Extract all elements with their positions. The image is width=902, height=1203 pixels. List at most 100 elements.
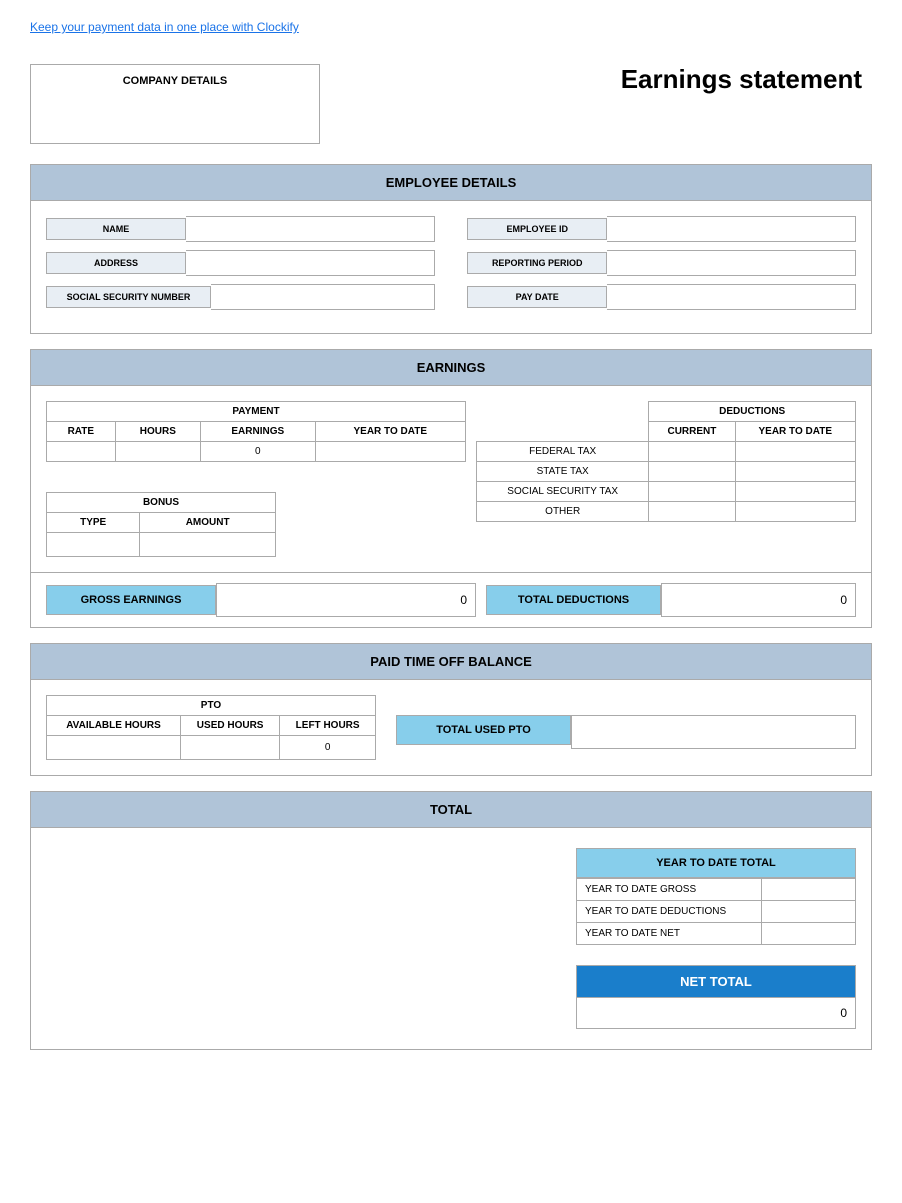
totals-row: GROSS EARNINGS 0 TOTAL DEDUCTIONS 0: [30, 573, 872, 628]
ytd-deductions-value[interactable]: [762, 901, 856, 923]
federal-tax-current[interactable]: [649, 442, 735, 462]
ytd-net-value[interactable]: [762, 923, 856, 945]
name-field-row: NAME: [46, 216, 435, 242]
employee-id-value[interactable]: [607, 216, 856, 242]
bonus-table: BONUS TYPE AMOUNT: [46, 492, 276, 557]
earnings-cell[interactable]: 0: [201, 442, 315, 462]
available-hours-cell[interactable]: [47, 736, 181, 760]
name-label: NAME: [46, 218, 186, 240]
company-details-label: COMPANY DETAILS: [123, 75, 228, 87]
bonus-amount-header: AMOUNT: [140, 513, 276, 533]
payment-table-header: PAYMENT: [47, 402, 466, 422]
pto-table: PTO AVAILABLE HOURS USED HOURS LEFT HOUR…: [46, 695, 376, 760]
employee-right-col: EMPLOYEE ID REPORTING PERIOD PAY DATE: [467, 216, 856, 318]
federal-tax-ytd[interactable]: [735, 442, 855, 462]
ssn-field-row: SOCIAL SECURITY NUMBER: [46, 284, 435, 310]
deductions-table: DEDUCTIONS CURRENT YEAR TO DATE FEDERAL …: [476, 401, 856, 522]
header-row: COMPANY DETAILS Earnings statement: [30, 64, 872, 144]
ytd-col-header: YEAR TO DATE: [315, 422, 466, 442]
other-label: OTHER: [477, 502, 649, 522]
bonus-row: [47, 533, 276, 557]
net-total-wrapper: NET TOTAL 0: [576, 965, 856, 1029]
payment-table: PAYMENT RATE HOURS EARNINGS YEAR TO DATE…: [46, 401, 466, 462]
federal-tax-label: FEDERAL TAX: [477, 442, 649, 462]
bonus-section: BONUS TYPE AMOUNT: [46, 492, 466, 557]
bonus-amount-cell[interactable]: [140, 533, 276, 557]
pay-date-label: PAY DATE: [467, 286, 607, 308]
ytd-cell[interactable]: [315, 442, 466, 462]
pto-right: TOTAL USED PTO: [396, 695, 856, 749]
state-tax-ytd[interactable]: [735, 462, 855, 482]
other-ytd[interactable]: [735, 502, 855, 522]
social-security-ytd[interactable]: [735, 482, 855, 502]
rate-col-header: RATE: [47, 422, 116, 442]
social-security-label: SOCIAL SECURITY TAX: [477, 482, 649, 502]
address-field-row: ADDRESS: [46, 250, 435, 276]
other-deductions-row: OTHER: [477, 502, 856, 522]
pay-date-value[interactable]: [607, 284, 856, 310]
reporting-period-field-row: REPORTING PERIOD: [467, 250, 856, 276]
pay-date-field-row: PAY DATE: [467, 284, 856, 310]
employee-details-body: NAME ADDRESS SOCIAL SECURITY NUMBER EMPL…: [30, 201, 872, 334]
available-hours-header: AVAILABLE HOURS: [47, 716, 181, 736]
used-hours-cell[interactable]: [181, 736, 280, 760]
gross-earnings-wrapper: GROSS EARNINGS 0: [46, 583, 476, 617]
employee-id-label: EMPLOYEE ID: [467, 218, 607, 240]
hours-col-header: HOURS: [115, 422, 200, 442]
earnings-header: EARNINGS: [30, 349, 872, 386]
total-section: TOTAL YEAR TO DATE TOTAL YEAR TO DATE GR…: [30, 791, 872, 1050]
total-deductions-wrapper: TOTAL DEDUCTIONS 0: [486, 583, 856, 617]
total-used-pto-label: TOTAL USED PTO: [396, 715, 571, 745]
earnings-section: EARNINGS PAYMENT RATE HOURS EARNINGS YEA…: [30, 349, 872, 628]
gross-earnings-value[interactable]: 0: [216, 583, 476, 617]
state-tax-current[interactable]: [649, 462, 735, 482]
other-current[interactable]: [649, 502, 735, 522]
address-value[interactable]: [186, 250, 435, 276]
total-deductions-label: TOTAL DEDUCTIONS: [486, 585, 661, 615]
ytd-net-row: YEAR TO DATE NET: [577, 923, 856, 945]
rate-cell[interactable]: [47, 442, 116, 462]
pto-row: 0: [47, 736, 376, 760]
name-value[interactable]: [186, 216, 435, 242]
ytd-gross-value[interactable]: [762, 879, 856, 901]
earnings-left: PAYMENT RATE HOURS EARNINGS YEAR TO DATE…: [46, 401, 466, 557]
social-security-current[interactable]: [649, 482, 735, 502]
net-total-value[interactable]: 0: [576, 998, 856, 1029]
employee-left-col: NAME ADDRESS SOCIAL SECURITY NUMBER: [46, 216, 435, 318]
clockify-link[interactable]: Keep your payment data in one place with…: [30, 20, 299, 34]
employee-details-section: EMPLOYEE DETAILS NAME ADDRESS SOCIAL SEC…: [30, 164, 872, 334]
bonus-table-header: BONUS: [47, 493, 276, 513]
reporting-period-label: REPORTING PERIOD: [467, 252, 607, 274]
pto-content: PTO AVAILABLE HOURS USED HOURS LEFT HOUR…: [30, 680, 872, 776]
earnings-col-header: EARNINGS: [201, 422, 315, 442]
left-hours-cell[interactable]: 0: [280, 736, 376, 760]
ssn-label: SOCIAL SECURITY NUMBER: [46, 286, 211, 308]
ssn-value[interactable]: [211, 284, 435, 310]
state-tax-row: STATE TAX: [477, 462, 856, 482]
deductions-ytd-header: YEAR TO DATE: [735, 422, 855, 442]
ytd-table-wrapper: YEAR TO DATE TOTAL YEAR TO DATE GROSS YE…: [576, 848, 856, 945]
reporting-period-value[interactable]: [607, 250, 856, 276]
ytd-deductions-row: YEAR TO DATE DEDUCTIONS: [577, 901, 856, 923]
federal-tax-row: FEDERAL TAX: [477, 442, 856, 462]
total-content: YEAR TO DATE TOTAL YEAR TO DATE GROSS YE…: [30, 828, 872, 1050]
employee-grid: NAME ADDRESS SOCIAL SECURITY NUMBER EMPL…: [31, 201, 871, 333]
earnings-right: DEDUCTIONS CURRENT YEAR TO DATE FEDERAL …: [476, 401, 856, 557]
earnings-statement-title: Earnings statement: [621, 64, 872, 95]
state-tax-label: STATE TAX: [477, 462, 649, 482]
bonus-type-cell[interactable]: [47, 533, 140, 557]
total-header: TOTAL: [30, 791, 872, 828]
ytd-table: YEAR TO DATE GROSS YEAR TO DATE DEDUCTIO…: [576, 878, 856, 945]
address-label: ADDRESS: [46, 252, 186, 274]
employee-details-header: EMPLOYEE DETAILS: [30, 164, 872, 201]
ytd-deductions-label: YEAR TO DATE DEDUCTIONS: [577, 901, 762, 923]
total-deductions-value[interactable]: 0: [661, 583, 856, 617]
left-hours-header: LEFT HOURS: [280, 716, 376, 736]
used-hours-header: USED HOURS: [181, 716, 280, 736]
hours-cell[interactable]: [115, 442, 200, 462]
ytd-net-label: YEAR TO DATE NET: [577, 923, 762, 945]
employee-id-field-row: EMPLOYEE ID: [467, 216, 856, 242]
company-box: COMPANY DETAILS: [30, 64, 320, 144]
deductions-table-header: DEDUCTIONS: [649, 402, 856, 422]
total-used-pto-value[interactable]: [571, 715, 856, 749]
